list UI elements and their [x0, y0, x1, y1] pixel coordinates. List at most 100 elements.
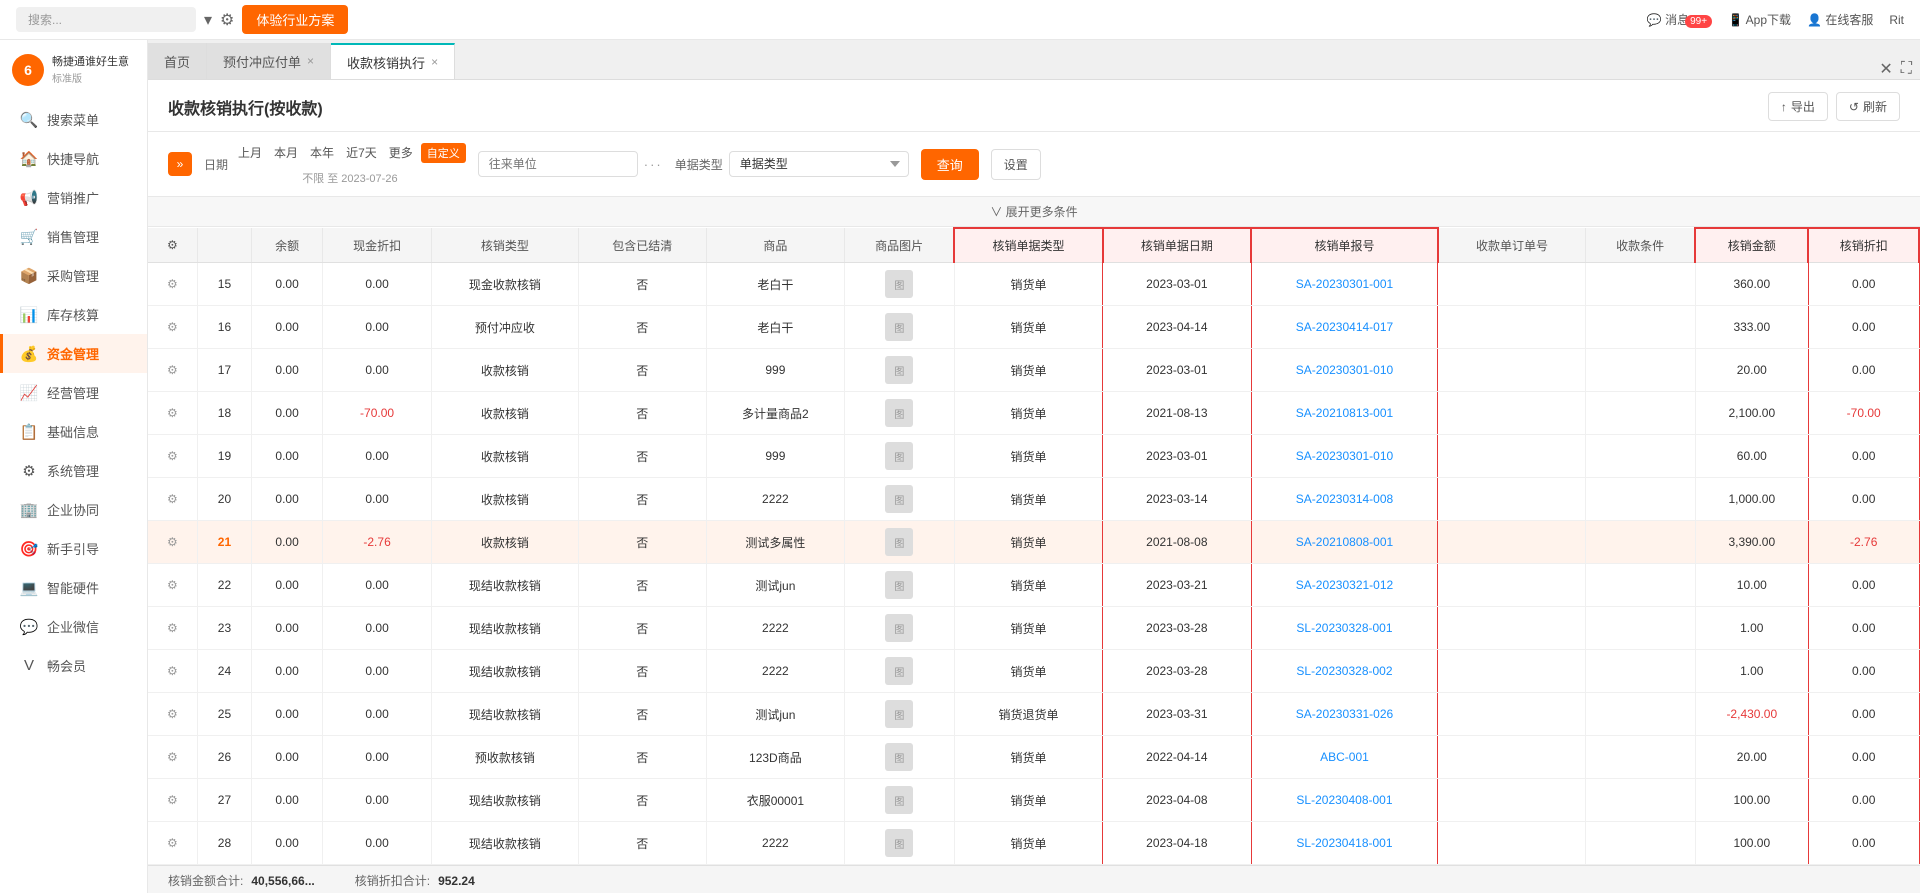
link-writeoff_bill_no[interactable]: SA-20230301-010 [1296, 363, 1393, 377]
td-writeoff_bill_no[interactable]: SA-20210813-001 [1251, 392, 1438, 435]
td-receipt_condition [1586, 822, 1696, 865]
app-download-link[interactable]: 📱 App下载 [1728, 11, 1791, 28]
td-write_off_type: 现结收款核销 [432, 650, 579, 693]
td-row-settings[interactable]: ⚙ [148, 306, 197, 349]
td-writeoff_bill_type: 销货单 [954, 779, 1102, 822]
goods-image-placeholder: 图 [885, 786, 913, 814]
td-row-settings[interactable]: ⚙ [148, 607, 197, 650]
tab-home[interactable]: 首页 [148, 43, 207, 79]
date-custom-button[interactable]: 自定义 [421, 143, 466, 163]
tab-prepay[interactable]: 预付冲应付单× [207, 43, 331, 79]
message-area[interactable]: 💬 消息99+ [1647, 11, 1712, 28]
table-row: ⚙150.000.00现金收款核销否老白干图销货单2023-03-01SA-20… [148, 263, 1919, 306]
sidebar-item-newbie[interactable]: 🎯新手引导 [0, 529, 147, 568]
filter-expand-button[interactable]: » [168, 152, 192, 176]
dropdown-icon[interactable]: ▾ [204, 10, 212, 30]
td-row-settings[interactable]: ⚙ [148, 693, 197, 736]
expand-more-bar[interactable]: ∨ 展开更多条件 [148, 197, 1920, 227]
td-writeoff_bill_no[interactable]: SA-20230314-008 [1251, 478, 1438, 521]
td-writeoff_bill_no[interactable]: SA-20230301-001 [1251, 263, 1438, 306]
sidebar-item-sales[interactable]: 🛒销售管理 [0, 217, 147, 256]
td-row-settings[interactable]: ⚙ [148, 736, 197, 779]
td-row-settings[interactable]: ⚙ [148, 564, 197, 607]
link-writeoff_bill_no[interactable]: SA-20230301-001 [1296, 277, 1393, 291]
td-writeoff_bill_no[interactable]: SL-20230328-002 [1251, 650, 1438, 693]
td-row-settings[interactable]: ⚙ [148, 263, 197, 306]
th-settings[interactable]: ⚙ [148, 228, 197, 263]
td-writeoff_bill_no[interactable]: SL-20230328-001 [1251, 607, 1438, 650]
td-writeoff_bill_no[interactable]: SL-20230418-001 [1251, 822, 1438, 865]
td-row-settings[interactable]: ⚙ [148, 478, 197, 521]
td-row-settings[interactable]: ⚙ [148, 650, 197, 693]
sidebar-item-operations[interactable]: 📈经营管理 [0, 373, 147, 412]
solution-button[interactable]: 体验行业方案 [242, 5, 348, 34]
sidebar-item-enterprise[interactable]: 🏢企业协同 [0, 490, 147, 529]
td-writeoff_bill_no[interactable]: SA-20230301-010 [1251, 435, 1438, 478]
sidebar-item-search[interactable]: 🔍搜索菜单 [0, 100, 147, 139]
td-row-settings[interactable]: ⚙ [148, 779, 197, 822]
tab-close-icon[interactable]: × [431, 55, 438, 69]
link-writeoff_bill_no[interactable]: SA-20230414-017 [1296, 320, 1393, 334]
td-writeoff_bill_no[interactable]: SA-20230301-010 [1251, 349, 1438, 392]
sidebar-item-hardware[interactable]: 💻智能硬件 [0, 568, 147, 607]
td-writeoff_bill_no[interactable]: SA-20230414-017 [1251, 306, 1438, 349]
voucher-type-select[interactable]: 单据类型 [729, 151, 909, 177]
online-service-link[interactable]: 👤 在线客服 [1807, 11, 1873, 28]
th-write_off_type: 核销类型 [432, 228, 579, 263]
link-writeoff_bill_no[interactable]: SL-20230328-002 [1296, 664, 1392, 678]
expand-window-icon[interactable]: ⛶ [1901, 60, 1912, 78]
td-row-settings[interactable]: ⚙ [148, 392, 197, 435]
link-writeoff_bill_no[interactable]: ABC-001 [1320, 750, 1369, 764]
settings-button[interactable]: 设置 [991, 149, 1041, 180]
link-writeoff_bill_no[interactable]: SA-20230331-026 [1296, 707, 1393, 721]
export-button[interactable]: ↑ 导出 [1768, 92, 1828, 121]
sidebar-item-wechat[interactable]: 💬企业微信 [0, 607, 147, 646]
link-writeoff_bill_no[interactable]: SL-20230408-001 [1296, 793, 1392, 807]
td-row-settings[interactable]: ⚙ [148, 521, 197, 564]
td-seq: 26 [197, 736, 251, 779]
app-edition: 标准版 [52, 70, 129, 85]
table-row: ⚙220.000.00现结收款核销否测试jun图销货单2023-03-21SA-… [148, 564, 1919, 607]
link-writeoff_bill_no[interactable]: SA-20210808-001 [1296, 535, 1393, 549]
settings-icon[interactable]: ⚙ [220, 10, 234, 30]
link-writeoff_bill_no[interactable]: SA-20230321-012 [1296, 578, 1393, 592]
td-writeoff_bill_no[interactable]: SA-20230331-026 [1251, 693, 1438, 736]
link-writeoff_bill_no[interactable]: SA-20230301-010 [1296, 449, 1393, 463]
sidebar-item-basic[interactable]: 📋基础信息 [0, 412, 147, 451]
td-row-settings[interactable]: ⚙ [148, 822, 197, 865]
sidebar-item-member[interactable]: V畅会员 [0, 646, 147, 685]
date-7days[interactable]: 近7天 [342, 142, 381, 163]
link-writeoff_bill_no[interactable]: SA-20210813-001 [1296, 406, 1393, 420]
td-row-settings[interactable]: ⚙ [148, 435, 197, 478]
sidebar-item-finance[interactable]: 💰资金管理 [0, 334, 147, 373]
refresh-button[interactable]: ↺ 刷新 [1836, 92, 1900, 121]
td-writeoff_bill_no[interactable]: SL-20230408-001 [1251, 779, 1438, 822]
date-last-month[interactable]: 上月 [234, 142, 266, 163]
td-writeoff_discount: 0.00 [1808, 650, 1919, 693]
date-more[interactable]: 更多 [385, 142, 417, 163]
close-tab-icon[interactable]: ✕ [1879, 59, 1892, 79]
global-search-input[interactable]: 搜索... [16, 7, 196, 32]
link-writeoff_bill_no[interactable]: SL-20230418-001 [1296, 836, 1392, 850]
link-writeoff_bill_no[interactable]: SL-20230328-001 [1296, 621, 1392, 635]
td-row-settings[interactable]: ⚙ [148, 349, 197, 392]
date-this-year[interactable]: 本年 [306, 142, 338, 163]
sidebar-item-label: 企业协同 [47, 500, 99, 519]
sidebar-item-marketing[interactable]: 📢营销推广 [0, 178, 147, 217]
link-writeoff_bill_no[interactable]: SA-20230314-008 [1296, 492, 1393, 506]
td-writeoff_bill_no[interactable]: SA-20230321-012 [1251, 564, 1438, 607]
sidebar-item-quicknav[interactable]: 🏠快捷导航 [0, 139, 147, 178]
query-button[interactable]: 查询 [921, 149, 979, 180]
td-writeoff_bill_date: 2023-03-28 [1103, 650, 1251, 693]
sidebar-item-purchase[interactable]: 📦采购管理 [0, 256, 147, 295]
counterpart-input[interactable] [478, 151, 638, 177]
tab-close-icon[interactable]: × [307, 54, 314, 68]
sidebar-item-inventory[interactable]: 📊库存核算 [0, 295, 147, 334]
td-writeoff_bill_no[interactable]: SA-20210808-001 [1251, 521, 1438, 564]
newbie-icon: 🎯 [19, 540, 39, 558]
sidebar-item-system[interactable]: ⚙系统管理 [0, 451, 147, 490]
tab-collection[interactable]: 收款核销执行× [331, 43, 455, 79]
td-writeoff_bill_no[interactable]: ABC-001 [1251, 736, 1438, 779]
date-this-month[interactable]: 本月 [270, 142, 302, 163]
td-receipt_order_no [1438, 693, 1586, 736]
